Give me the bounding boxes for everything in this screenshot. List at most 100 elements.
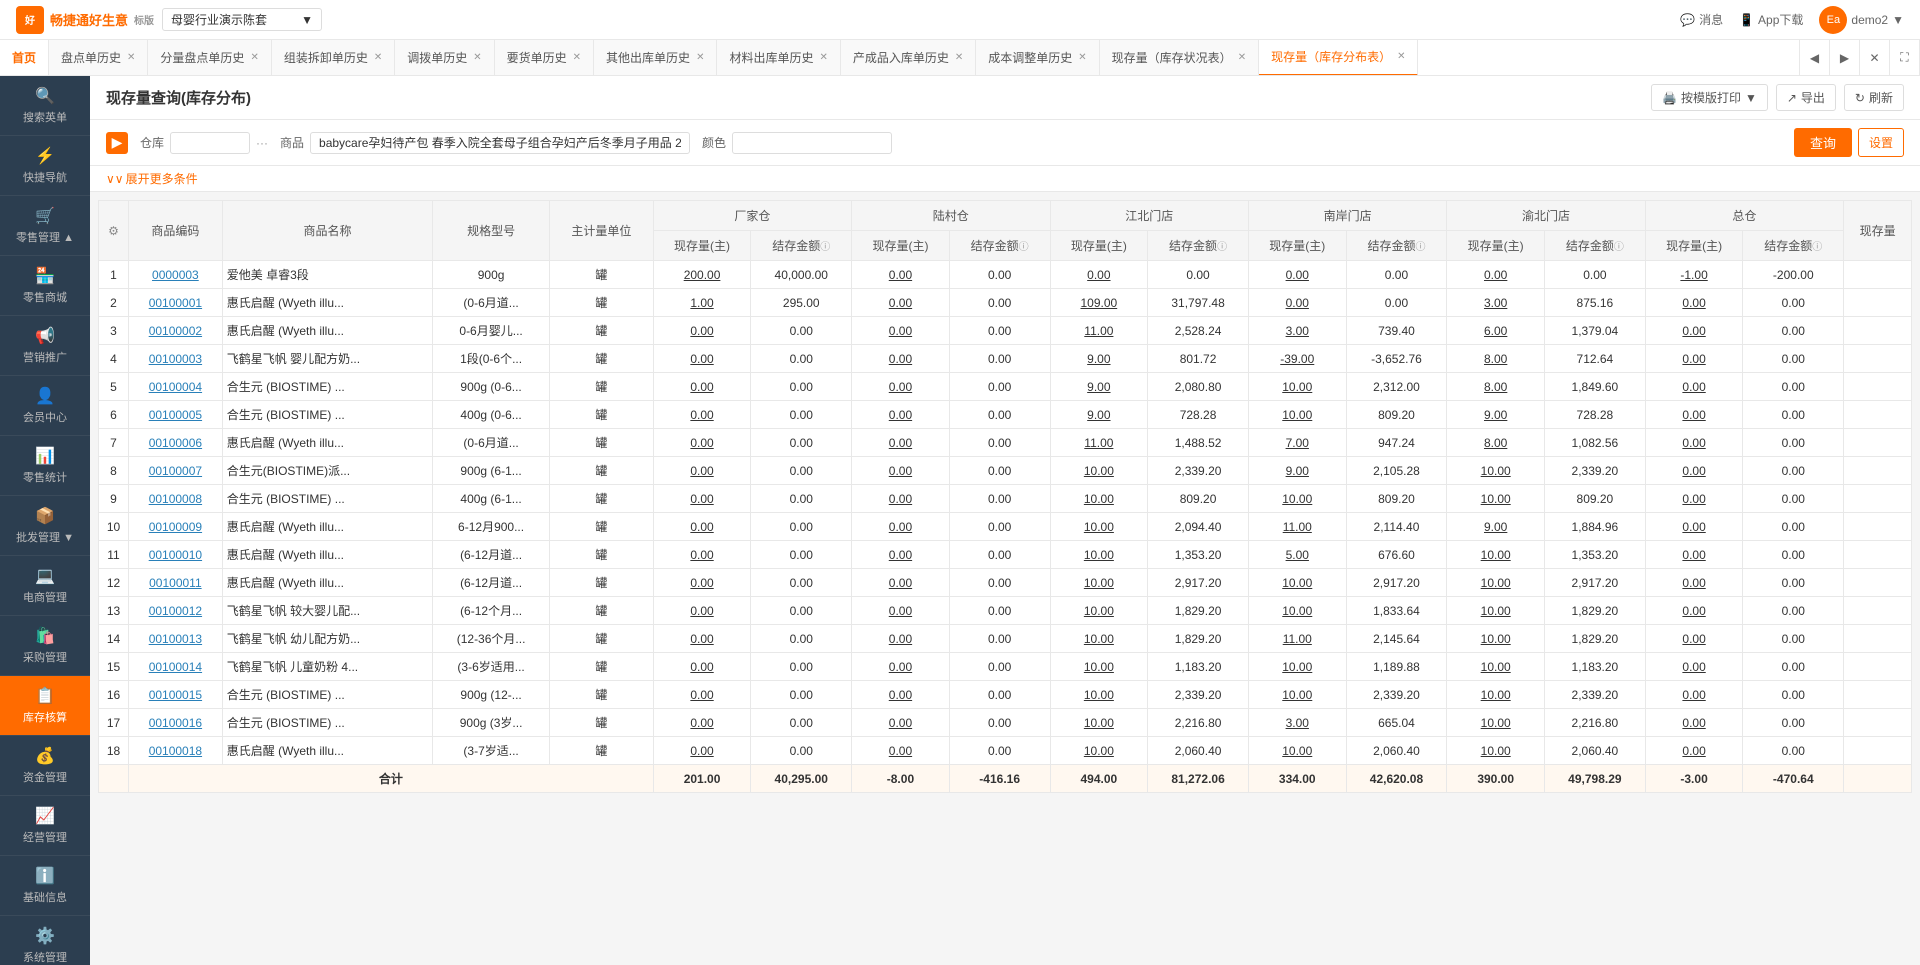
row-w2q[interactable]: 0.00	[852, 345, 950, 373]
row-w2q[interactable]: 0.00	[852, 625, 950, 653]
row-w1q[interactable]: 0.00	[653, 597, 751, 625]
row-totalq[interactable]: 0.00	[1645, 513, 1743, 541]
row-code[interactable]: 00100007	[129, 457, 223, 485]
row-w3q[interactable]: 10.00	[1050, 485, 1148, 513]
close-icon[interactable]: ✕	[955, 52, 963, 63]
row-w5q[interactable]: 8.00	[1447, 429, 1545, 457]
row-code[interactable]: 00100018	[129, 737, 223, 765]
row-totalq[interactable]: 0.00	[1645, 737, 1743, 765]
row-w3q[interactable]: 9.00	[1050, 373, 1148, 401]
row-w3q[interactable]: 10.00	[1050, 513, 1148, 541]
row-w3q[interactable]: 10.00	[1050, 737, 1148, 765]
tab-cost-adjust[interactable]: 成本调整单历史 ✕	[976, 40, 1099, 76]
row-w2q[interactable]: 0.00	[852, 541, 950, 569]
th-info-icon[interactable]: ⓘ	[1217, 242, 1227, 253]
sidebar-item-quicknav[interactable]: ⚡ 快捷导航	[0, 136, 90, 196]
close-icon[interactable]: ✕	[374, 52, 382, 63]
row-w1q[interactable]: 0.00	[653, 569, 751, 597]
row-w1q[interactable]: 1.00	[653, 289, 751, 317]
row-code[interactable]: 00100010	[129, 541, 223, 569]
color-input[interactable]	[732, 132, 892, 154]
nav-prev-btn[interactable]: ◀	[1800, 40, 1830, 76]
close-icon[interactable]: ✕	[819, 52, 827, 63]
row-w3q[interactable]: 10.00	[1050, 709, 1148, 737]
download-btn[interactable]: 📱 App下载	[1739, 11, 1803, 28]
close-icon[interactable]: ✕	[696, 52, 704, 63]
row-w3q[interactable]: 10.00	[1050, 541, 1148, 569]
row-code[interactable]: 00100015	[129, 681, 223, 709]
row-code[interactable]: 00100006	[129, 429, 223, 457]
row-w5q[interactable]: 10.00	[1447, 737, 1545, 765]
row-totalq[interactable]: 0.00	[1645, 373, 1743, 401]
th-info-icon[interactable]: ⓘ	[1614, 242, 1624, 253]
sidebar-item-purchase[interactable]: 🛍️ 采购管理	[0, 616, 90, 676]
row-w3q[interactable]: 10.00	[1050, 569, 1148, 597]
tab-sub-inventory[interactable]: 分量盘点单历史 ✕	[148, 40, 271, 76]
th-info-icon[interactable]: ⓘ	[1415, 242, 1425, 253]
sidebar-item-finance[interactable]: 💰 资金管理	[0, 736, 90, 796]
sidebar-item-wholesale[interactable]: 📦 批发管理 ▼	[0, 496, 90, 556]
row-w4q[interactable]: 0.00	[1248, 261, 1346, 289]
row-w2q[interactable]: 0.00	[852, 401, 950, 429]
row-w3q[interactable]: 10.00	[1050, 597, 1148, 625]
row-totalq[interactable]: 0.00	[1645, 289, 1743, 317]
row-w1q[interactable]: 0.00	[653, 373, 751, 401]
row-code[interactable]: 00100005	[129, 401, 223, 429]
tab-other-out[interactable]: 其他出库单历史 ✕	[594, 40, 717, 76]
tab-assembly[interactable]: 组装拆卸单历史 ✕	[272, 40, 395, 76]
tab-transfer[interactable]: 调拨单历史 ✕	[395, 40, 494, 76]
close-icon[interactable]: ✕	[1238, 52, 1246, 63]
refresh-btn[interactable]: ↻ 刷新	[1844, 84, 1904, 111]
row-w1q[interactable]: 0.00	[653, 541, 751, 569]
row-w4q[interactable]: 11.00	[1248, 625, 1346, 653]
row-code[interactable]: 00100008	[129, 485, 223, 513]
row-w1q[interactable]: 0.00	[653, 457, 751, 485]
row-w4q[interactable]: 10.00	[1248, 597, 1346, 625]
row-w3q[interactable]: 109.00	[1050, 289, 1148, 317]
close-icon[interactable]: ✕	[250, 52, 258, 63]
row-w5q[interactable]: 9.00	[1447, 513, 1545, 541]
row-w2q[interactable]: 0.00	[852, 681, 950, 709]
th-info-icon[interactable]: ⓘ	[1019, 242, 1029, 253]
row-code[interactable]: 00100016	[129, 709, 223, 737]
tab-stock-status[interactable]: 现存量（库存状况表） ✕	[1100, 40, 1259, 76]
sidebar-item-search[interactable]: 🔍 搜索英单	[0, 76, 90, 136]
row-w2q[interactable]: 0.00	[852, 737, 950, 765]
message-btn[interactable]: 💬 消息	[1680, 11, 1723, 28]
row-w2q[interactable]: 0.00	[852, 569, 950, 597]
row-w5q[interactable]: 10.00	[1447, 625, 1545, 653]
sidebar-item-retail[interactable]: 🛒 零售管理 ▲	[0, 196, 90, 256]
row-totalq[interactable]: 0.00	[1645, 597, 1743, 625]
nav-expand-btn[interactable]: ⛶	[1890, 40, 1920, 76]
row-w5q[interactable]: 10.00	[1447, 681, 1545, 709]
row-totalq[interactable]: 0.00	[1645, 681, 1743, 709]
row-w4q[interactable]: 10.00	[1248, 653, 1346, 681]
row-w3q[interactable]: 11.00	[1050, 429, 1148, 457]
sidebar-item-retailstat[interactable]: 📊 零售统计	[0, 436, 90, 496]
print-btn[interactable]: 🖨️ 按模版打印 ▼	[1651, 84, 1768, 111]
row-w2q[interactable]: 0.00	[852, 653, 950, 681]
row-code[interactable]: 00100004	[129, 373, 223, 401]
row-totalq[interactable]: -1.00	[1645, 261, 1743, 289]
row-w2q[interactable]: 0.00	[852, 429, 950, 457]
row-w1q[interactable]: 0.00	[653, 429, 751, 457]
row-w5q[interactable]: 8.00	[1447, 373, 1545, 401]
row-w5q[interactable]: 8.00	[1447, 345, 1545, 373]
sidebar-item-member[interactable]: 👤 会员中心	[0, 376, 90, 436]
row-w1q[interactable]: 0.00	[653, 401, 751, 429]
row-code[interactable]: 00100013	[129, 625, 223, 653]
row-w4q[interactable]: 9.00	[1248, 457, 1346, 485]
row-w1q[interactable]: 0.00	[653, 485, 751, 513]
row-code[interactable]: 00100003	[129, 345, 223, 373]
warehouse-input[interactable]	[170, 132, 250, 154]
row-totalq[interactable]: 0.00	[1645, 401, 1743, 429]
close-icon[interactable]: ✕	[473, 52, 481, 63]
row-w1q[interactable]: 0.00	[653, 513, 751, 541]
row-w2q[interactable]: 0.00	[852, 289, 950, 317]
row-w5q[interactable]: 3.00	[1447, 289, 1545, 317]
row-w4q[interactable]: 10.00	[1248, 681, 1346, 709]
row-totalq[interactable]: 0.00	[1645, 625, 1743, 653]
row-w1q[interactable]: 0.00	[653, 653, 751, 681]
row-w3q[interactable]: 10.00	[1050, 681, 1148, 709]
th-info-icon[interactable]: ⓘ	[820, 242, 830, 253]
